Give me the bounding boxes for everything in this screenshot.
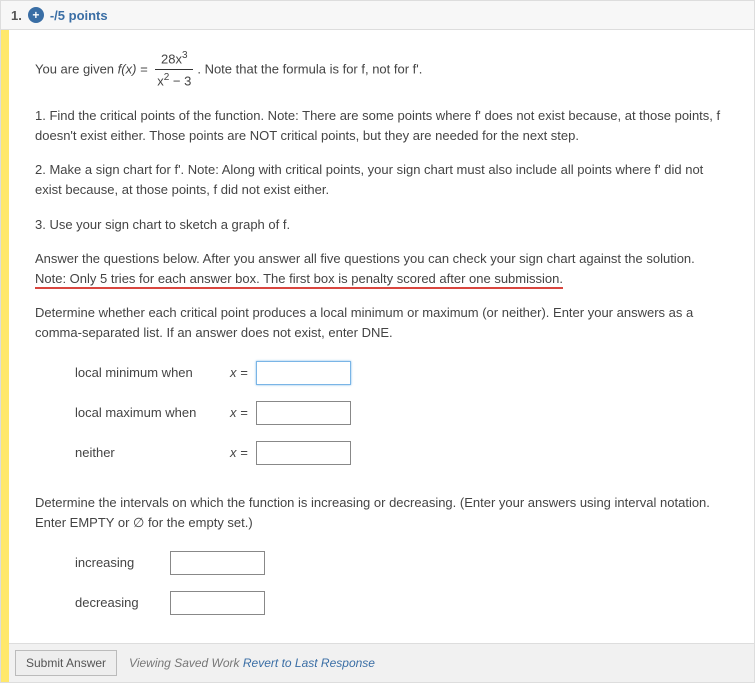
label-increasing: increasing [75,553,170,573]
tries-note: Note: Only 5 tries for each answer box. … [35,271,563,289]
step-3: 3. Use your sign chart to sketch a graph… [35,215,728,235]
label-decreasing: decreasing [75,593,170,613]
fx-label: f(x) = [118,61,152,76]
critical-answers: local minimum when x = local maximum whe… [35,357,728,493]
row-decreasing: decreasing [75,591,728,615]
row-increasing: increasing [75,551,728,575]
input-decreasing[interactable] [170,591,265,615]
input-increasing[interactable] [170,551,265,575]
row-local-min: local minimum when x = [75,361,728,385]
input-local-min[interactable] [256,361,351,385]
label-neither: neither [75,443,230,463]
fraction: 28x3 x2 − 3 [155,48,193,92]
critical-prompt: Determine whether each critical point pr… [35,303,728,343]
formula-prefix: You are given [35,61,118,76]
row-local-max: local maximum when x = [75,401,728,425]
revert-link[interactable]: Revert to Last Response [243,656,375,670]
label-local-max: local maximum when [75,403,230,423]
question-number: 1. [11,8,22,23]
side-tab [1,30,9,682]
interval-answers: increasing decreasing [35,547,728,643]
label-local-min: local minimum when [75,363,230,383]
xeq-neither: x = [230,443,248,463]
xeq-localmax: x = [230,403,248,423]
submit-button[interactable]: Submit Answer [15,650,117,676]
expand-icon[interactable]: + [28,7,44,23]
row-neither: neither x = [75,441,728,465]
footer-bar: Submit Answer Viewing Saved Work Revert … [9,643,754,682]
interval-prompt: Determine the intervals on which the fun… [35,493,728,533]
footer-message: Viewing Saved Work Revert to Last Respon… [129,654,375,673]
question-header: 1. + -/5 points [1,1,754,30]
points-label: -/5 points [50,8,108,23]
step-2: 2. Make a sign chart for f'. Note: Along… [35,160,728,200]
formula-line: You are given f(x) = 28x3 x2 − 3 . Note … [35,48,728,92]
input-neither[interactable] [256,441,351,465]
step-1: 1. Find the critical points of the funct… [35,106,728,146]
formula-suffix: . Note that the formula is for f, not fo… [197,61,422,76]
answer-intro: Answer the questions below. After you an… [35,249,728,289]
xeq-localmin: x = [230,363,248,383]
input-local-max[interactable] [256,401,351,425]
